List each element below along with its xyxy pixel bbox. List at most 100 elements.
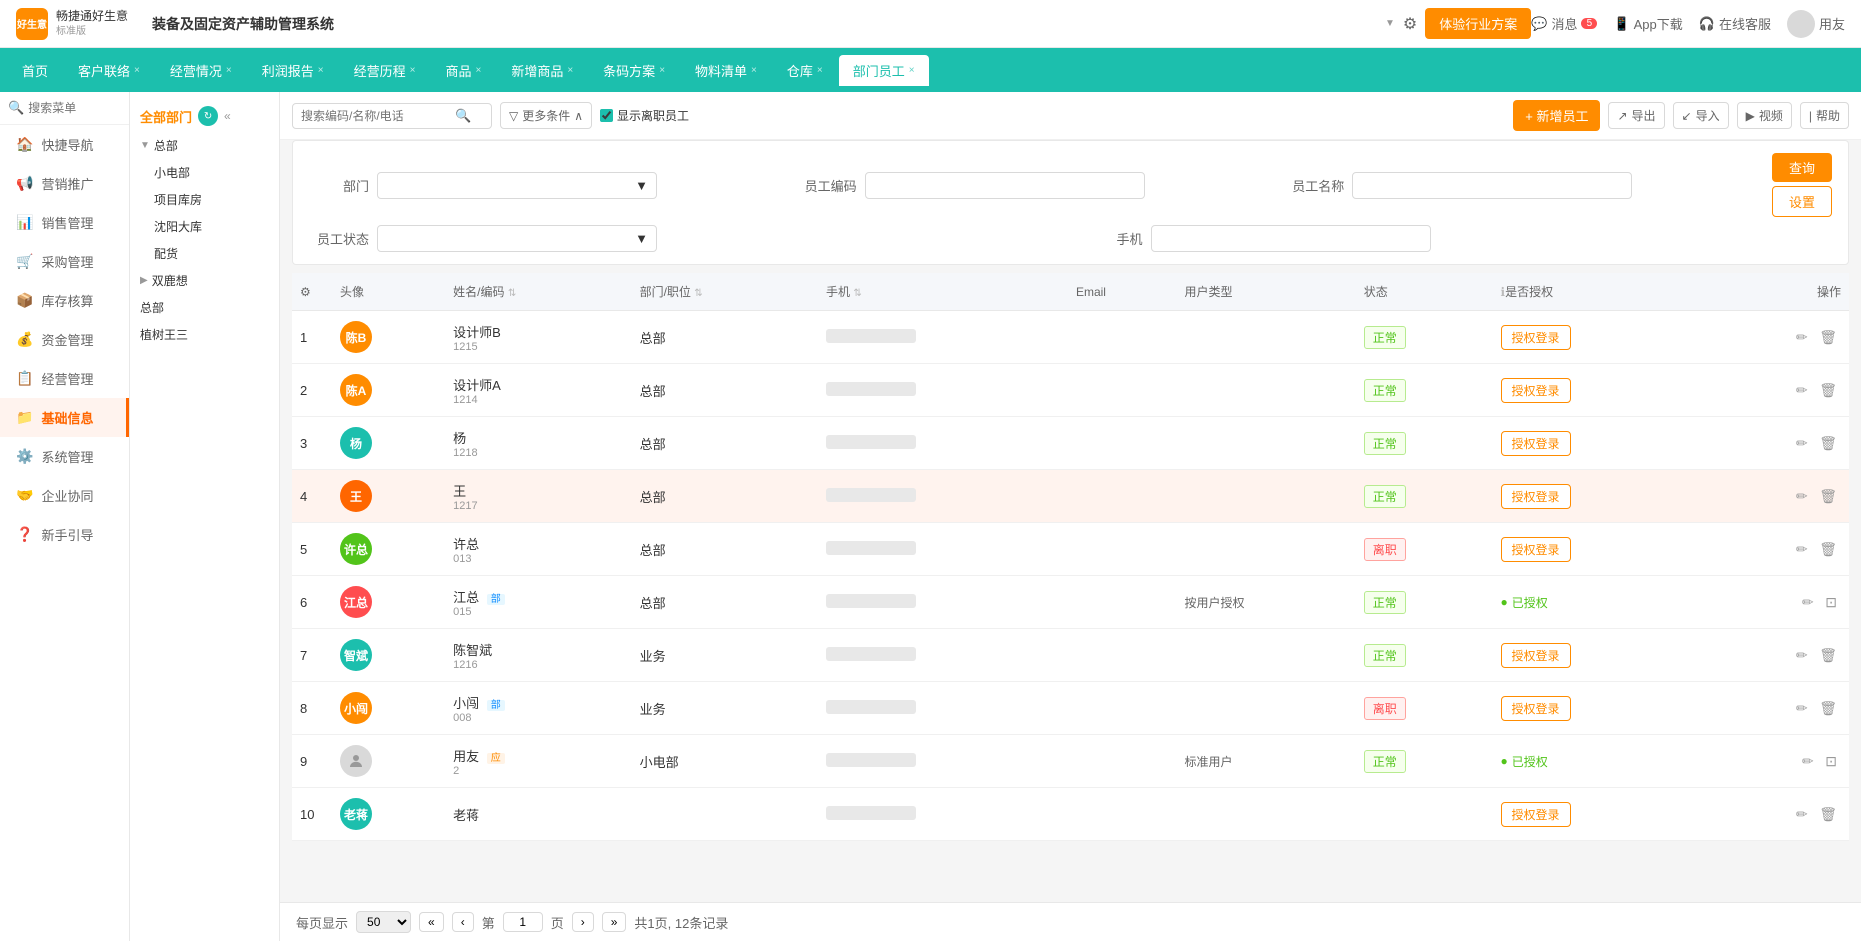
sidebar-item-collab[interactable]: 🤝 企业协同 xyxy=(0,476,129,515)
col-name[interactable]: 姓名/编码 ⇅ xyxy=(445,273,631,311)
show-resigned-checkbox[interactable] xyxy=(600,109,613,122)
last-page-button[interactable]: » xyxy=(602,912,627,932)
auth-button[interactable]: 授权登录 xyxy=(1501,537,1571,562)
close-icon[interactable]: × xyxy=(226,65,232,76)
add-employee-button[interactable]: + 新增员工 xyxy=(1513,100,1600,131)
sidebar-item-operation[interactable]: 📋 经营管理 xyxy=(0,359,129,398)
tab-goods[interactable]: 商品 × xyxy=(431,55,495,86)
close-icon[interactable]: × xyxy=(817,65,823,76)
delete-button[interactable]: 🗑 xyxy=(1815,645,1841,666)
video-button[interactable]: ▶ 视频 xyxy=(1737,102,1792,129)
edit-button[interactable]: ✏ xyxy=(1792,433,1812,454)
export-button[interactable]: ↗ 导出 xyxy=(1608,102,1664,129)
auth-button[interactable]: 授权登录 xyxy=(1501,802,1571,827)
tab-history[interactable]: 经营历程 × xyxy=(340,55,430,86)
tab-home[interactable]: 首页 xyxy=(8,55,62,86)
sidebar-item-purchase[interactable]: 🛒 采购管理 xyxy=(0,242,129,281)
col-dept[interactable]: 部门/职位 ⇅ xyxy=(632,273,818,311)
dept-tree-collapse-button[interactable]: « xyxy=(224,109,231,123)
edit-button[interactable]: ✏ xyxy=(1792,645,1812,666)
sidebar-item-system[interactable]: ⚙️ 系统管理 xyxy=(0,437,129,476)
close-icon[interactable]: × xyxy=(659,65,665,76)
clone-button[interactable]: ⊡ xyxy=(1821,592,1841,613)
edit-button[interactable]: ✏ xyxy=(1792,380,1812,401)
col-phone[interactable]: 手机 ⇅ xyxy=(818,273,1068,311)
more-filter-button[interactable]: ▽ 更多条件 ∧ xyxy=(500,102,592,129)
sidebar-item-finance[interactable]: 💰 资金管理 xyxy=(0,320,129,359)
message-button[interactable]: 💬 消息 5 xyxy=(1531,14,1597,33)
auth-button[interactable]: 授权登录 xyxy=(1501,431,1571,456)
delete-button[interactable]: 🗑 xyxy=(1815,327,1841,348)
sys-title-chevron-icon[interactable]: ▼ xyxy=(1385,18,1395,29)
filter-phone-input[interactable] xyxy=(1151,225,1431,252)
settings-icon[interactable]: ⚙ xyxy=(1403,14,1417,34)
tab-warehouse[interactable]: 仓库 × xyxy=(773,55,837,86)
dept-tree-item-shuanglu[interactable]: ▶ 双鹿想 xyxy=(130,267,279,294)
tab-profit[interactable]: 利润报告 × xyxy=(248,55,338,86)
delete-button[interactable]: 🗑 xyxy=(1815,539,1841,560)
dept-tree-item-zongbu-root[interactable]: ▼ 总部 xyxy=(130,132,279,159)
col-settings[interactable]: ⚙ xyxy=(292,273,332,311)
experience-button[interactable]: 体验行业方案 xyxy=(1425,8,1531,39)
prev-page-button[interactable]: ‹ xyxy=(452,912,474,932)
app-download-button[interactable]: 📱 App下载 xyxy=(1613,14,1682,33)
delete-button[interactable]: 🗑 xyxy=(1815,433,1841,454)
auth-button[interactable]: 授权登录 xyxy=(1501,484,1571,509)
dept-tree-item-peihuo[interactable]: 配货 xyxy=(130,240,279,267)
dept-tree-item-shenyang[interactable]: 沈阳大库 xyxy=(130,213,279,240)
search-input[interactable] xyxy=(301,109,451,123)
tab-operation[interactable]: 经营情况 × xyxy=(156,55,246,86)
delete-button[interactable]: 🗑 xyxy=(1815,380,1841,401)
close-icon[interactable]: × xyxy=(410,65,416,76)
import-button[interactable]: ↙ 导入 xyxy=(1673,102,1729,129)
edit-button[interactable]: ✏ xyxy=(1792,327,1812,348)
sidebar-item-marketing[interactable]: 📢 营销推广 xyxy=(0,164,129,203)
delete-button[interactable]: 🗑 xyxy=(1815,486,1841,507)
filter-status-select[interactable]: ▼ xyxy=(377,225,657,252)
sidebar-item-inventory[interactable]: 📦 库存核算 xyxy=(0,281,129,320)
auth-button[interactable]: 授权登录 xyxy=(1501,643,1571,668)
close-icon[interactable]: × xyxy=(318,65,324,76)
per-page-select[interactable]: 50 100 xyxy=(356,911,411,933)
edit-button[interactable]: ✏ xyxy=(1792,804,1812,825)
query-button[interactable]: 查询 xyxy=(1772,153,1832,182)
dept-tree-item-zhishu[interactable]: 植树王三 xyxy=(130,321,279,348)
sidebar-item-sales[interactable]: 📊 销售管理 xyxy=(0,203,129,242)
edit-button[interactable]: ✏ xyxy=(1792,486,1812,507)
page-input[interactable] xyxy=(503,912,543,932)
next-page-button[interactable]: › xyxy=(572,912,594,932)
sidebar-item-quicknav[interactable]: 🏠 快捷导航 xyxy=(0,125,129,164)
delete-button[interactable]: 🗑 xyxy=(1815,804,1841,825)
edit-button[interactable]: ✏ xyxy=(1798,592,1818,613)
sidebar-search-input[interactable] xyxy=(28,101,130,115)
edit-button[interactable]: ✏ xyxy=(1798,751,1818,772)
delete-button[interactable]: 🗑 xyxy=(1815,698,1841,719)
tab-bom[interactable]: 物料清单 × xyxy=(681,55,771,86)
sidebar-item-guide[interactable]: ❓ 新手引导 xyxy=(0,515,129,554)
first-page-button[interactable]: « xyxy=(419,912,444,932)
auth-button[interactable]: 授权登录 xyxy=(1501,378,1571,403)
edit-button[interactable]: ✏ xyxy=(1792,539,1812,560)
edit-button[interactable]: ✏ xyxy=(1792,698,1812,719)
close-icon[interactable]: × xyxy=(751,65,757,76)
dept-tree-item-xiaodian[interactable]: 小电部 xyxy=(130,159,279,186)
tab-add-goods[interactable]: 新增商品 × xyxy=(497,55,587,86)
online-service-button[interactable]: 🎧 在线客服 xyxy=(1699,14,1771,33)
tab-barcode[interactable]: 条码方案 × xyxy=(589,55,679,86)
filter-empcode-input[interactable] xyxy=(865,172,1145,199)
dept-tree-refresh-button[interactable]: ↻ xyxy=(198,106,218,126)
help-button[interactable]: | 帮助 xyxy=(1800,102,1849,129)
user-menu[interactable]: 用友 xyxy=(1787,10,1845,38)
close-icon[interactable]: × xyxy=(134,65,140,76)
close-icon[interactable]: × xyxy=(909,65,915,76)
close-icon[interactable]: × xyxy=(475,65,481,76)
close-icon[interactable]: × xyxy=(567,65,573,76)
reset-button[interactable]: 设置 xyxy=(1772,186,1832,217)
auth-button[interactable]: 授权登录 xyxy=(1501,696,1571,721)
dept-tree-item-xiangmu[interactable]: 项目库房 xyxy=(130,186,279,213)
dept-tree-item-zongbu[interactable]: 总部 xyxy=(130,294,279,321)
col-auth[interactable]: ℹ是否授权 xyxy=(1493,273,1696,311)
clone-button[interactable]: ⊡ xyxy=(1821,751,1841,772)
filter-dept-select[interactable]: ▼ xyxy=(377,172,657,199)
filter-empname-input[interactable] xyxy=(1352,172,1632,199)
